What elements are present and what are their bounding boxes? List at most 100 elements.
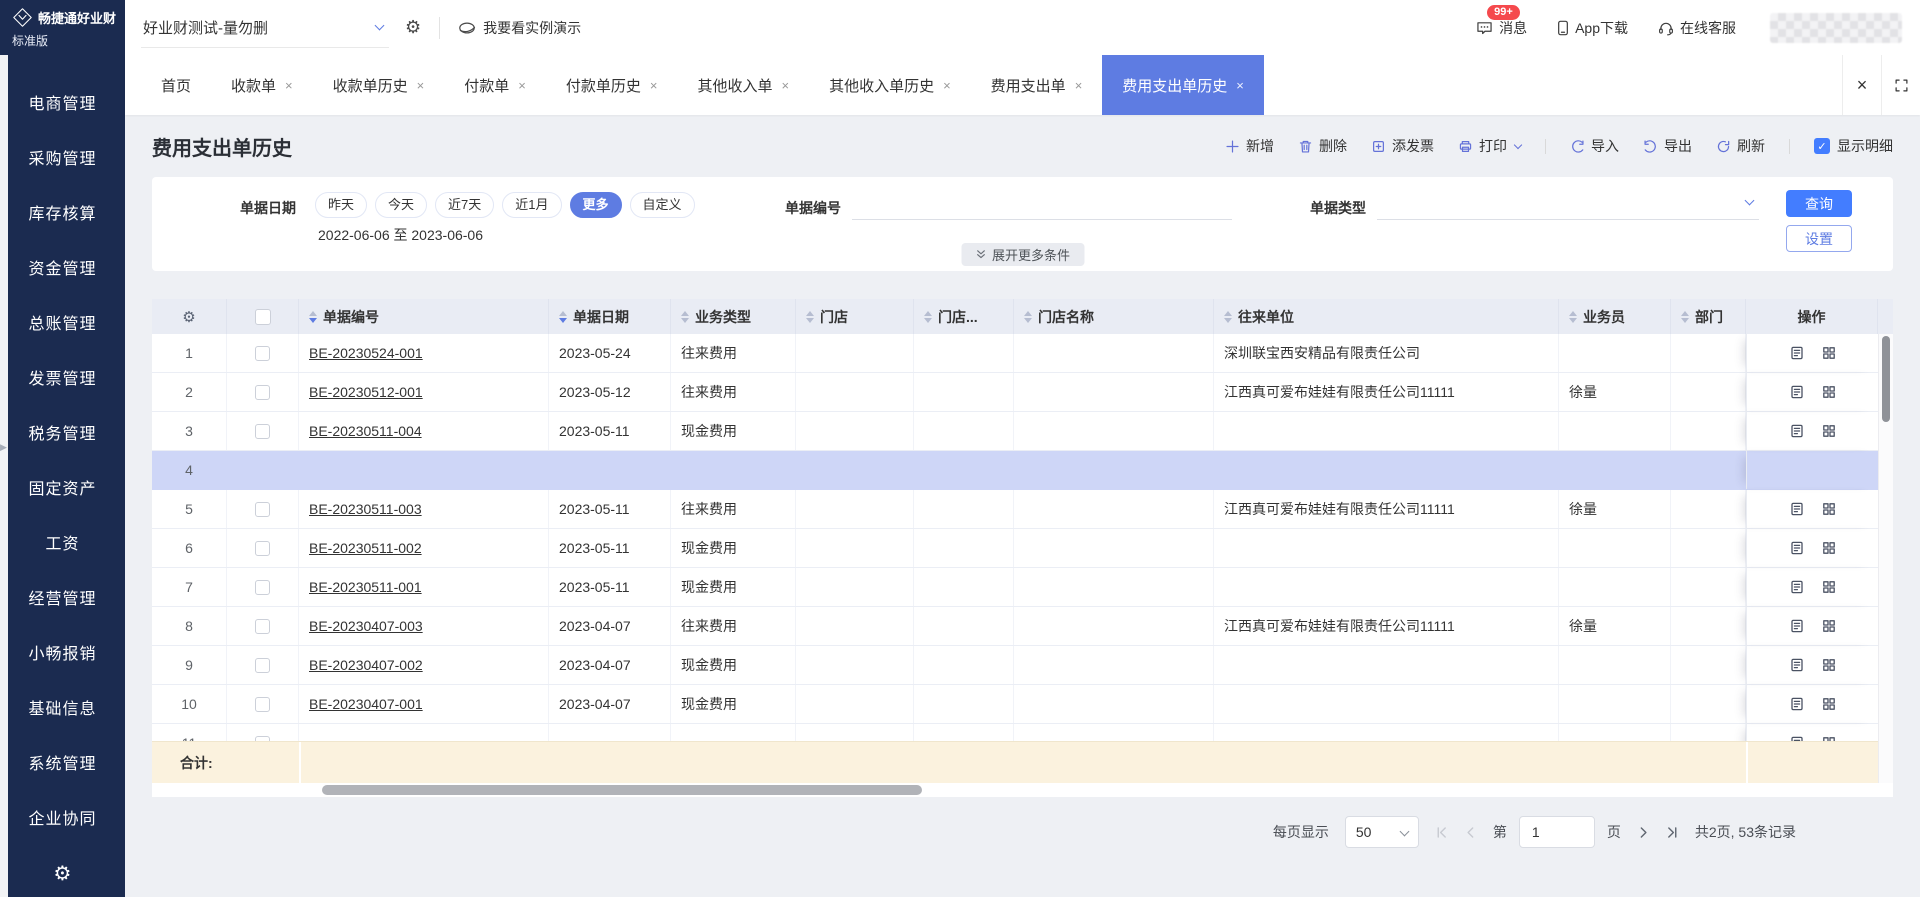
sidebar-collapse-arrow-icon[interactable]: ▶ <box>0 443 7 452</box>
tab-3[interactable]: 付款单 × <box>444 55 546 115</box>
table-row-11[interactable]: 11 <box>152 724 1893 741</box>
table-row-7[interactable]: 7 BE-20230511-001 2023-05-11 现金费用 <box>152 568 1893 607</box>
sidebar-item-5[interactable]: 发票管理 <box>0 352 125 407</box>
first-page-icon[interactable] <box>1435 826 1448 839</box>
doc-link[interactable]: BE-20230512-001 <box>309 384 423 400</box>
row-checkbox[interactable] <box>255 501 270 517</box>
sidebar-item-1[interactable]: 采购管理 <box>0 132 125 187</box>
date-pill-1[interactable]: 今天 <box>375 192 428 218</box>
row-checkbox[interactable] <box>255 423 270 439</box>
app-download-button[interactable]: App下载 <box>1557 18 1628 38</box>
grid-icon[interactable] <box>1821 579 1837 595</box>
sort-arrows-icon[interactable] <box>681 310 689 323</box>
grid-icon[interactable] <box>1821 618 1837 634</box>
page-number-input[interactable]: 1 <box>1518 816 1595 848</box>
next-page-icon[interactable] <box>1637 826 1650 839</box>
tab-5[interactable]: 其他收入单 × <box>677 55 809 115</box>
last-page-icon[interactable] <box>1666 826 1679 839</box>
grid-icon[interactable] <box>1821 696 1837 712</box>
sidebar-item-8[interactable]: 工资 <box>0 517 125 572</box>
fullscreen-icon[interactable] <box>1881 55 1920 115</box>
row-checkbox[interactable] <box>255 579 270 595</box>
doc-link[interactable]: BE-20230511-004 <box>309 423 422 439</box>
column-header-store[interactable]: 门店 <box>796 299 914 334</box>
sidebar-item-11[interactable]: 基础信息 <box>0 682 125 737</box>
sort-arrows-icon[interactable] <box>1024 310 1032 323</box>
close-tab-icon[interactable]: × <box>1236 78 1244 93</box>
date-pill-3[interactable]: 近1月 <box>502 192 562 218</box>
sidebar-item-10[interactable]: 小畅报销 <box>0 627 125 682</box>
column-header-date[interactable]: 单据日期 <box>549 299 671 334</box>
doc-detail-icon[interactable] <box>1789 579 1805 595</box>
row-checkbox[interactable] <box>255 657 270 673</box>
toolbar-button-5[interactable]: 导出 <box>1643 136 1692 156</box>
tab-7[interactable]: 费用支出单 × <box>971 55 1103 115</box>
table-row-1[interactable]: 1 BE-20230524-001 2023-05-24 往来费用 深圳联宝西安精品有限… <box>152 334 1893 373</box>
sort-arrows-icon[interactable] <box>1569 310 1577 323</box>
toolbar-button-3[interactable]: 打印 <box>1458 136 1523 156</box>
sidebar-item-0[interactable]: 电商管理 <box>0 77 125 132</box>
table-row-10[interactable]: 10 BE-20230407-001 2023-04-07 现金费用 <box>152 685 1893 724</box>
table-row-6[interactable]: 6 BE-20230511-002 2023-05-11 现金费用 <box>152 529 1893 568</box>
column-header-store_code[interactable]: 门店... <box>914 299 1014 334</box>
sidebar-item-13[interactable]: 企业协同 <box>0 792 125 847</box>
online-support-button[interactable]: 在线客服 <box>1658 18 1736 38</box>
toolbar-button-2[interactable]: 添发票 <box>1371 136 1434 156</box>
close-tab-icon[interactable]: × <box>781 78 789 93</box>
horizontal-scrollbar-thumb[interactable] <box>322 785 922 795</box>
doc-detail-icon[interactable] <box>1789 618 1805 634</box>
sort-arrows-icon[interactable] <box>924 310 932 323</box>
doctype-select[interactable] <box>1377 193 1759 220</box>
sort-arrows-icon[interactable] <box>309 310 317 323</box>
column-header-biztype[interactable]: 业务类型 <box>671 299 796 334</box>
sort-arrows-icon[interactable] <box>1681 310 1689 323</box>
doc-link[interactable]: BE-20230511-003 <box>309 501 422 517</box>
sort-arrows-icon[interactable] <box>559 310 567 323</box>
table-header-gear-cell[interactable]: ⚙ <box>152 299 227 334</box>
messages-button[interactable]: 99+ 消息 <box>1476 4 1527 38</box>
date-pill-2[interactable]: 近7天 <box>435 192 495 218</box>
tab-2[interactable]: 收款单历史 × <box>313 55 445 115</box>
sidebar-item-2[interactable]: 库存核算 <box>0 187 125 242</box>
date-pill-5[interactable]: 自定义 <box>629 192 695 218</box>
close-all-icon[interactable]: × <box>1842 55 1881 115</box>
query-button[interactable]: 查询 <box>1786 190 1852 217</box>
table-row-8[interactable]: 8 BE-20230407-003 2023-04-07 往来费用 江西真可爱布娃娃有限… <box>152 607 1893 646</box>
column-header-docno[interactable]: 单据编号 <box>299 299 549 334</box>
tab-8[interactable]: 费用支出单历史 × <box>1102 55 1264 115</box>
doc-detail-icon[interactable] <box>1789 423 1805 439</box>
sidebar-item-4[interactable]: 总账管理 <box>0 297 125 352</box>
toolbar-button-4[interactable]: 导入 <box>1570 136 1619 156</box>
prev-page-icon[interactable] <box>1464 826 1477 839</box>
tab-4[interactable]: 付款单历史 × <box>546 55 678 115</box>
toolbar-button-6[interactable]: 刷新 <box>1716 136 1765 156</box>
tab-1[interactable]: 收款单 × <box>211 55 313 115</box>
vertical-scrollbar-thumb[interactable] <box>1882 336 1890 422</box>
close-tab-icon[interactable]: × <box>285 78 293 93</box>
table-row-5[interactable]: 5 BE-20230511-003 2023-05-11 往来费用 江西真可爱布娃娃有限… <box>152 490 1893 529</box>
user-account-redacted[interactable] <box>1770 12 1902 43</box>
doc-detail-icon[interactable] <box>1789 345 1805 361</box>
org-selector[interactable]: 好业财测试-量勿删 <box>141 17 389 48</box>
row-checkbox[interactable] <box>255 345 270 361</box>
doc-link[interactable]: BE-20230407-001 <box>309 696 423 712</box>
show-detail-toggle[interactable]: ✓ 显示明细 <box>1814 136 1893 156</box>
doc-detail-icon[interactable] <box>1789 501 1805 517</box>
doc-link[interactable]: BE-20230407-003 <box>309 618 423 634</box>
doc-detail-icon[interactable] <box>1789 540 1805 556</box>
sort-arrows-icon[interactable] <box>1224 310 1232 323</box>
doc-link[interactable]: BE-20230511-002 <box>309 540 422 556</box>
grid-icon[interactable] <box>1821 540 1837 556</box>
page-size-select[interactable]: 50 <box>1344 816 1419 848</box>
grid-icon[interactable] <box>1821 384 1837 400</box>
sidebar-item-12[interactable]: 系统管理 <box>0 737 125 792</box>
close-tab-icon[interactable]: × <box>1075 78 1083 93</box>
grid-icon[interactable] <box>1821 501 1837 517</box>
date-pill-0[interactable]: 昨天 <box>315 192 368 218</box>
grid-icon[interactable] <box>1821 423 1837 439</box>
grid-icon[interactable] <box>1821 657 1837 673</box>
table-row-3[interactable]: 3 BE-20230511-004 2023-05-11 现金费用 <box>152 412 1893 451</box>
doc-link[interactable]: BE-20230511-001 <box>309 579 422 595</box>
org-settings-gear-icon[interactable]: ⚙ <box>405 17 421 38</box>
table-row-4[interactable]: 4 <box>152 451 1893 490</box>
